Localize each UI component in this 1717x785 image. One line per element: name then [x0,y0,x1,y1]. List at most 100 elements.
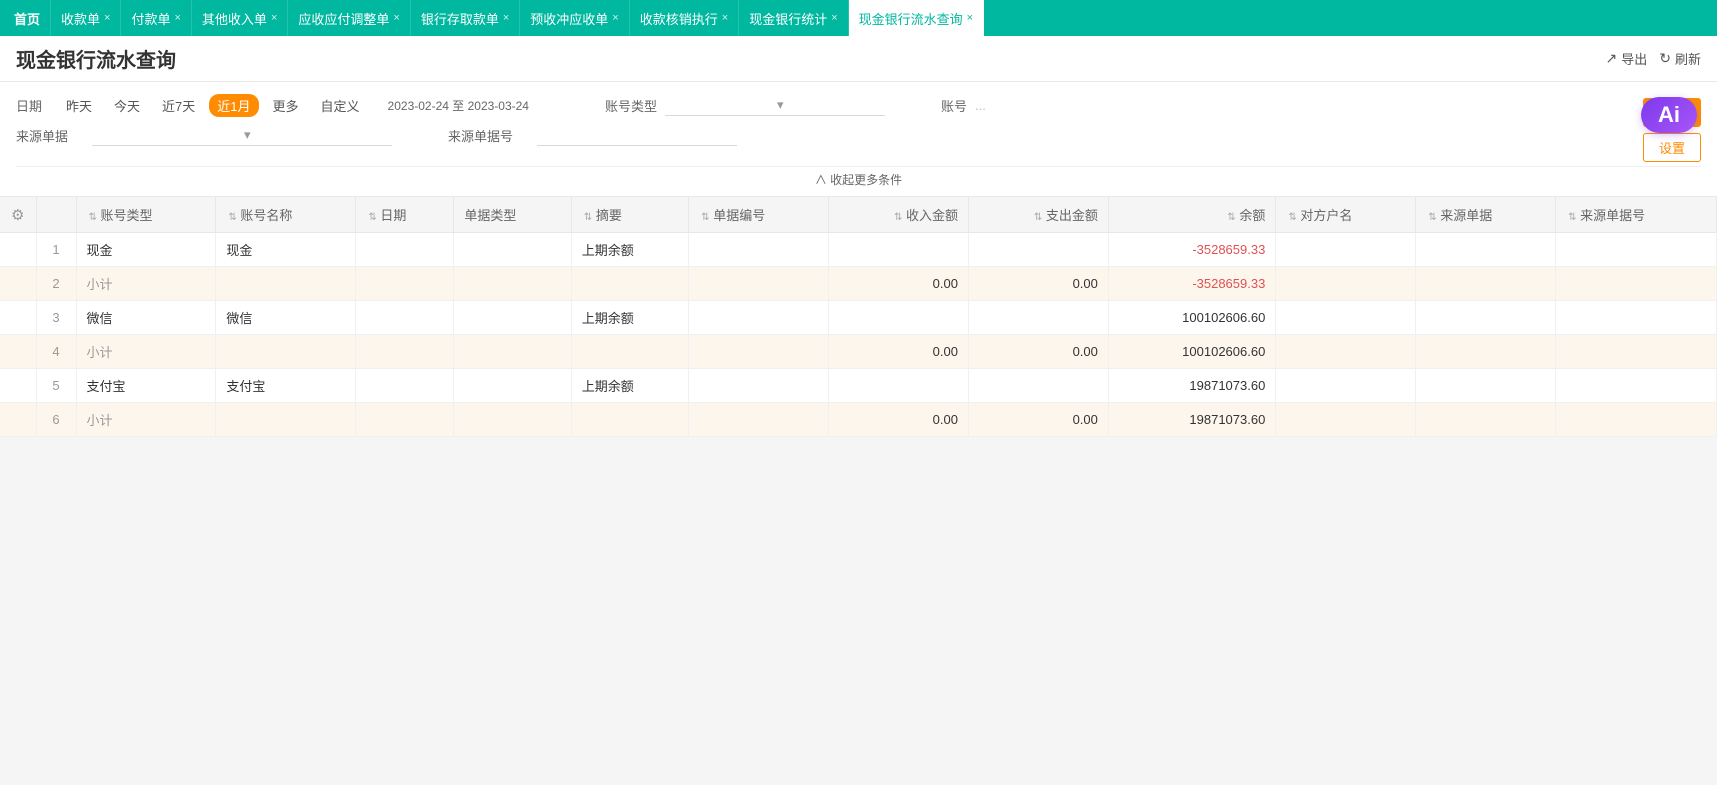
col-doc-no[interactable]: ⇅ 单据编号 [689,197,829,233]
col-source-doc-no-label: 来源单据号 [1580,208,1645,223]
col-income[interactable]: ⇅ 收入金额 [829,197,969,233]
table-row[interactable]: 1现金现金上期余额-3528659.33 [0,233,1717,267]
collapse-bar[interactable]: ∧ 收起更多条件 [16,166,1701,192]
nav-tab-7[interactable]: 收款核销执行 × [630,0,739,36]
nav-tab-9-close[interactable]: × [967,12,973,24]
col-doc-type[interactable]: 单据类型 [454,197,571,233]
nav-tab-5[interactable]: 银行存取款单 × [411,0,520,36]
nav-tab-3-label: 其他收入单 [202,9,267,28]
col-balance-sort: ⇅ [1227,212,1235,223]
nav-tab-7-label: 收款核销执行 [640,9,718,28]
nav-tab-home-label: 首页 [14,9,40,28]
col-source-doc-no[interactable]: ⇅ 来源单据号 [1556,197,1717,233]
nav-tab-4-label: 应收应付调整单 [298,9,389,28]
col-doc-type-label: 单据类型 [464,208,516,223]
nav-tab-7-close[interactable]: × [722,12,728,24]
nav-tab-1[interactable]: 收款单 × [51,0,121,36]
top-nav: 首页 收款单 × 付款单 × 其他收入单 × 应收应付调整单 × 银行存取款单 … [0,0,1717,36]
col-account-type-label: 账号类型 [101,208,153,223]
nav-tab-2-close[interactable]: × [174,12,180,24]
nav-tab-1-close[interactable]: × [104,12,110,24]
col-doc-no-label: 单据编号 [713,208,765,223]
settings-col-icon: ⚙ [11,207,24,224]
source-doc-no-input[interactable] [537,126,737,146]
table-row[interactable]: 3微信微信上期余额100102606.60 [0,301,1717,335]
refresh-button[interactable]: ↻ 刷新 [1659,49,1701,68]
col-counterpart-label: 对方户名 [1300,208,1352,223]
col-balance-label: 余额 [1239,208,1265,223]
export-icon: ↗ [1606,50,1618,67]
nav-tab-5-close[interactable]: × [503,12,509,24]
table-container: ⚙ ⇅ 账号类型 ⇅ 账号名称 ⇅ 日期 单据类型 [0,197,1717,437]
nav-tab-3[interactable]: 其他收入单 × [192,0,288,36]
data-table: ⚙ ⇅ 账号类型 ⇅ 账号名称 ⇅ 日期 单据类型 [0,197,1717,437]
ai-badge[interactable]: Ai [1641,97,1697,133]
filter-row-1: 日期 昨天 今天 近7天 近1月 更多 自定义 2023-02-24 至 202… [16,94,1631,117]
table-header-row: ⚙ ⇅ 账号类型 ⇅ 账号名称 ⇅ 日期 单据类型 [0,197,1717,233]
date-options: 昨天 今天 近7天 近1月 更多 自定义 [58,94,368,117]
filter-row-2: 来源单据 ▾ 来源单据号 [16,125,1631,146]
export-button[interactable]: ↗ 导出 [1606,49,1648,68]
col-summary-sort: ⇅ [584,212,592,223]
page-title: 现金银行流水查询 [16,44,176,73]
col-account-type-sort: ⇅ [89,212,97,223]
nav-tab-9-label: 现金银行流水查询 [859,9,963,28]
settings-button[interactable]: 设置 [1643,133,1701,162]
date-range-display: 2023-02-24 至 2023-03-24 [388,97,529,114]
col-counterpart-sort: ⇅ [1288,212,1296,223]
account-type-label: 账号类型 [605,96,657,115]
nav-tab-home[interactable]: 首页 [4,0,51,36]
col-account-type[interactable]: ⇅ 账号类型 [76,197,216,233]
table-row[interactable]: 6小计0.000.0019871073.60 [0,403,1717,437]
nav-tab-6-close[interactable]: × [612,12,618,24]
nav-tab-6[interactable]: 预收冲应收单 × [520,0,629,36]
table-row[interactable]: 2小计0.000.00-3528659.33 [0,267,1717,301]
col-income-label: 收入金额 [906,208,958,223]
nav-tab-8[interactable]: 现金银行统计 × [739,0,848,36]
col-date-sort: ⇅ [368,212,376,223]
table-row[interactable]: 4小计0.000.00100102606.60 [0,335,1717,369]
col-counterpart[interactable]: ⇅ 对方户名 [1276,197,1416,233]
date-opt-today[interactable]: 今天 [106,94,148,117]
col-date[interactable]: ⇅ 日期 [356,197,454,233]
col-account-name-sort: ⇅ [228,212,236,223]
page-header: 现金银行流水查询 ↗ 导出 ↻ 刷新 [0,36,1717,82]
date-opt-custom[interactable]: 自定义 [313,94,368,117]
nav-tab-2-label: 付款单 [131,9,170,28]
refresh-label: 刷新 [1675,49,1701,68]
date-opt-more[interactable]: 更多 [265,94,307,117]
col-source-doc-no-sort: ⇅ [1568,212,1576,223]
table-row[interactable]: 5支付宝支付宝上期余额19871073.60 [0,369,1717,403]
col-account-name[interactable]: ⇅ 账号名称 [216,197,356,233]
col-settings[interactable]: ⚙ [0,197,36,233]
account-type-select[interactable]: ▾ [665,95,885,116]
nav-tab-4[interactable]: 应收应付调整单 × [288,0,410,36]
header-actions: ↗ 导出 ↻ 刷新 [1606,49,1702,68]
source-doc-select[interactable]: ▾ [92,125,392,146]
nav-tab-3-close[interactable]: × [271,12,277,24]
source-doc-dropdown-icon: ▾ [244,127,388,143]
col-expense-sort: ⇅ [1034,212,1042,223]
col-income-sort: ⇅ [894,212,902,223]
date-opt-7days[interactable]: 近7天 [154,94,203,117]
date-opt-1month[interactable]: 近1月 [209,94,258,117]
col-expense-label: 支出金额 [1046,208,1098,223]
nav-tab-8-label: 现金银行统计 [749,9,827,28]
col-date-label: 日期 [380,208,406,223]
nav-tab-9[interactable]: 现金银行流水查询 × [849,0,984,36]
col-source-doc-label: 来源单据 [1440,208,1492,223]
col-summary-label: 摘要 [596,208,622,223]
nav-tab-8-close[interactable]: × [831,12,837,24]
col-expense[interactable]: ⇅ 支出金额 [968,197,1108,233]
col-summary[interactable]: ⇅ 摘要 [571,197,688,233]
date-opt-yesterday[interactable]: 昨天 [58,94,100,117]
export-label: 导出 [1621,49,1647,68]
nav-tab-1-label: 收款单 [61,9,100,28]
col-balance[interactable]: ⇅ 余额 [1108,197,1275,233]
col-source-doc[interactable]: ⇅ 来源单据 [1416,197,1556,233]
nav-tab-2[interactable]: 付款单 × [121,0,191,36]
date-filter-label: 日期 [16,96,42,115]
col-idx [36,197,76,233]
filter-area: 日期 昨天 今天 近7天 近1月 更多 自定义 2023-02-24 至 202… [0,82,1717,197]
nav-tab-4-close[interactable]: × [393,12,399,24]
